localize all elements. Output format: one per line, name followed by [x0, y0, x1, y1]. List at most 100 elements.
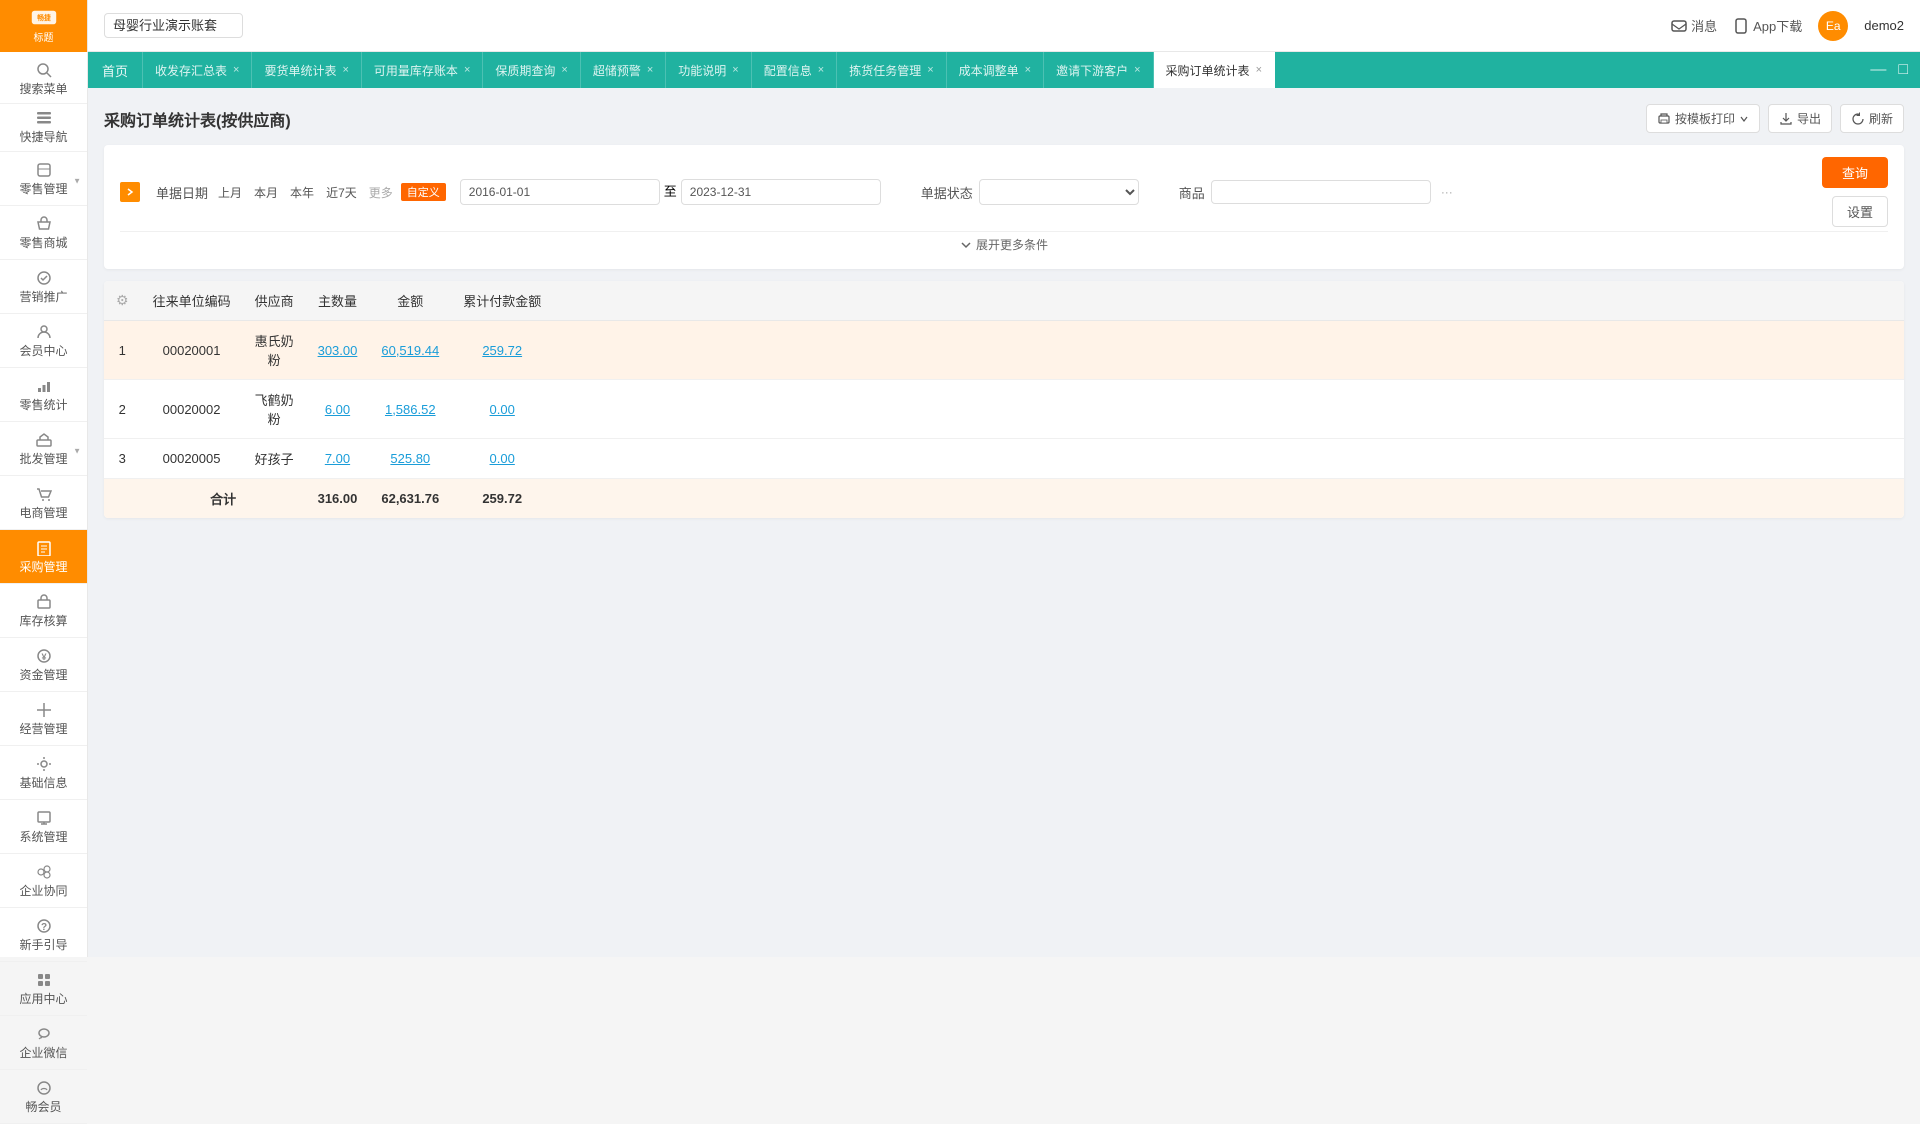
- tab-cost-adjust-close[interactable]: ×: [1025, 64, 1031, 76]
- print-button[interactable]: 按模板打印: [1646, 104, 1760, 133]
- tab-overstock-alert[interactable]: 超储预警 ×: [581, 52, 666, 88]
- sidebar-item-inventory[interactable]: 库存核算: [0, 584, 87, 638]
- tab-minimize-btn[interactable]: —: [1866, 59, 1890, 81]
- avatar[interactable]: Ea: [1818, 11, 1848, 41]
- sidebar-item-changhui[interactable]: 畅会员: [0, 1070, 87, 1124]
- tab-pick-task-close[interactable]: ×: [927, 64, 933, 76]
- table-row: 3 00020005 好孩子 7.00 525.80 0.00: [104, 439, 1904, 479]
- sidebar-item-basic-label: 基础信息: [19, 774, 67, 791]
- sidebar-item-ecommerce[interactable]: 电商管理: [0, 476, 87, 530]
- tab-invite-downstream[interactable]: 邀请下游客户 ×: [1044, 52, 1153, 88]
- table-settings-icon[interactable]: ⚙: [116, 292, 129, 308]
- tab-purchase-order-stats-close[interactable]: ×: [1256, 64, 1262, 76]
- filter-toggle[interactable]: [120, 182, 140, 202]
- username[interactable]: demo2: [1864, 18, 1904, 33]
- refresh-button[interactable]: 刷新: [1840, 104, 1904, 133]
- tab-function-desc-close[interactable]: ×: [732, 64, 738, 76]
- setting-button[interactable]: 设置: [1832, 196, 1888, 227]
- shortcut-this-month[interactable]: 本月: [250, 183, 282, 202]
- goods-more-icon[interactable]: ···: [1441, 185, 1453, 199]
- tab-config-info[interactable]: 配置信息 ×: [752, 52, 837, 88]
- status-select[interactable]: [979, 179, 1139, 205]
- footer-paid: 259.72: [451, 479, 553, 519]
- sidebar-item-newguide[interactable]: ? 新手引导: [0, 908, 87, 962]
- retail-arrow: ▼: [73, 176, 81, 185]
- cell-amount[interactable]: 1,586.52: [369, 380, 451, 439]
- tab-purchase-order-stats[interactable]: 采购订单统计表 ×: [1154, 52, 1275, 88]
- sidebar-item-purchase[interactable]: 采购管理: [0, 530, 87, 584]
- date-end-input[interactable]: [681, 179, 881, 205]
- sidebar-item-basic[interactable]: 基础信息: [0, 746, 87, 800]
- message-btn[interactable]: 消息: [1671, 16, 1717, 35]
- cell-extra: [553, 380, 1904, 439]
- tab-purchase-stats-close[interactable]: ×: [342, 64, 348, 76]
- tab-invite-downstream-close[interactable]: ×: [1134, 64, 1140, 76]
- sidebar-search[interactable]: 搜索菜单: [0, 52, 87, 104]
- sidebar-item-appcenter-label: 应用中心: [19, 990, 67, 1007]
- tab-cost-adjust-label: 成本调整单: [959, 62, 1019, 79]
- topbar-right: 消息 App下载 Ea demo2: [1671, 11, 1904, 41]
- shortcut-last-month[interactable]: 上月: [214, 183, 246, 202]
- page-title: 采购订单统计表(按供应商): [104, 107, 291, 131]
- sidebar-quicknav[interactable]: 快捷导航: [0, 104, 87, 152]
- tab-config-info-close[interactable]: ×: [818, 64, 824, 76]
- shortcut-more[interactable]: 更多: [365, 183, 397, 202]
- tab-home[interactable]: 首页: [88, 52, 143, 88]
- goods-input[interactable]: [1211, 180, 1431, 204]
- tab-overstock-alert-close[interactable]: ×: [647, 64, 653, 76]
- cell-paid[interactable]: 0.00: [451, 439, 553, 479]
- tab-warranty-query-close[interactable]: ×: [561, 64, 567, 76]
- sidebar-item-retail-stats[interactable]: 零售统计: [0, 368, 87, 422]
- workspace-selector[interactable]: 母婴行业演示账套: [104, 13, 243, 38]
- sidebar-item-enterprise[interactable]: 企业协同: [0, 854, 87, 908]
- sidebar-item-member[interactable]: 会员中心: [0, 314, 87, 368]
- sidebar-item-wholesale[interactable]: 批发管理 ▼: [0, 422, 87, 476]
- shortcut-this-year[interactable]: 本年: [286, 183, 318, 202]
- cell-qty[interactable]: 6.00: [306, 380, 370, 439]
- cell-paid[interactable]: 259.72: [451, 321, 553, 380]
- shortcut-7days[interactable]: 近7天: [322, 183, 361, 202]
- app-download-btn[interactable]: App下载: [1733, 16, 1802, 35]
- col-code: 往来单位编码: [141, 281, 243, 321]
- sidebar-item-appcenter[interactable]: 应用中心: [0, 962, 87, 1016]
- sidebar-item-operations[interactable]: 经营管理: [0, 692, 87, 746]
- export-button[interactable]: 导出: [1768, 104, 1832, 133]
- purchase-icon: [36, 540, 52, 556]
- changhui-icon: [36, 1080, 52, 1096]
- tab-maximize-btn[interactable]: □: [1894, 59, 1912, 81]
- cell-supplier: 飞鹤奶粉: [243, 380, 306, 439]
- filter-actions: 查询 设置: [1822, 157, 1888, 227]
- date-start-input[interactable]: [460, 179, 660, 205]
- tab-receive-summary[interactable]: 收发存汇总表 ×: [143, 52, 252, 88]
- cell-index: 1: [104, 321, 141, 380]
- query-button[interactable]: 查询: [1822, 157, 1888, 188]
- message-icon: [1671, 18, 1687, 34]
- tab-inventory-book-close[interactable]: ×: [464, 64, 470, 76]
- sidebar-item-retail-shop[interactable]: 零售商城: [0, 206, 87, 260]
- cell-qty[interactable]: 7.00: [306, 439, 370, 479]
- sidebar-item-marketing[interactable]: 营销推广: [0, 260, 87, 314]
- nav-icon: [36, 110, 52, 126]
- tab-cost-adjust[interactable]: 成本调整单 ×: [947, 52, 1044, 88]
- svg-text:?: ?: [40, 922, 46, 933]
- sidebar-item-retail[interactable]: 零售管理 ▼: [0, 152, 87, 206]
- sidebar-item-system[interactable]: 系统管理: [0, 800, 87, 854]
- cell-qty[interactable]: 303.00: [306, 321, 370, 380]
- cell-amount[interactable]: 60,519.44: [369, 321, 451, 380]
- tab-function-desc[interactable]: 功能说明 ×: [666, 52, 751, 88]
- sidebar-item-wechat[interactable]: 企业微信: [0, 1016, 87, 1070]
- tab-pick-task[interactable]: 拣货任务管理 ×: [837, 52, 946, 88]
- tab-purchase-stats[interactable]: 要货单统计表 ×: [252, 52, 361, 88]
- cell-amount[interactable]: 525.80: [369, 439, 451, 479]
- basic-icon: [36, 756, 52, 772]
- expand-more-btn[interactable]: 展开更多条件: [120, 231, 1888, 257]
- tab-inventory-book-label: 可用量库存账本: [374, 62, 458, 79]
- status-filter-item: 单据状态: [921, 179, 1139, 205]
- tab-inventory-book[interactable]: 可用量库存账本 ×: [362, 52, 483, 88]
- wholesale-icon: [36, 432, 52, 448]
- cell-paid[interactable]: 0.00: [451, 380, 553, 439]
- sidebar-item-finance[interactable]: ¥ 资金管理: [0, 638, 87, 692]
- tab-warranty-query[interactable]: 保质期查询 ×: [483, 52, 580, 88]
- tab-receive-summary-close[interactable]: ×: [233, 64, 239, 76]
- footer-qty: 316.00: [306, 479, 370, 519]
